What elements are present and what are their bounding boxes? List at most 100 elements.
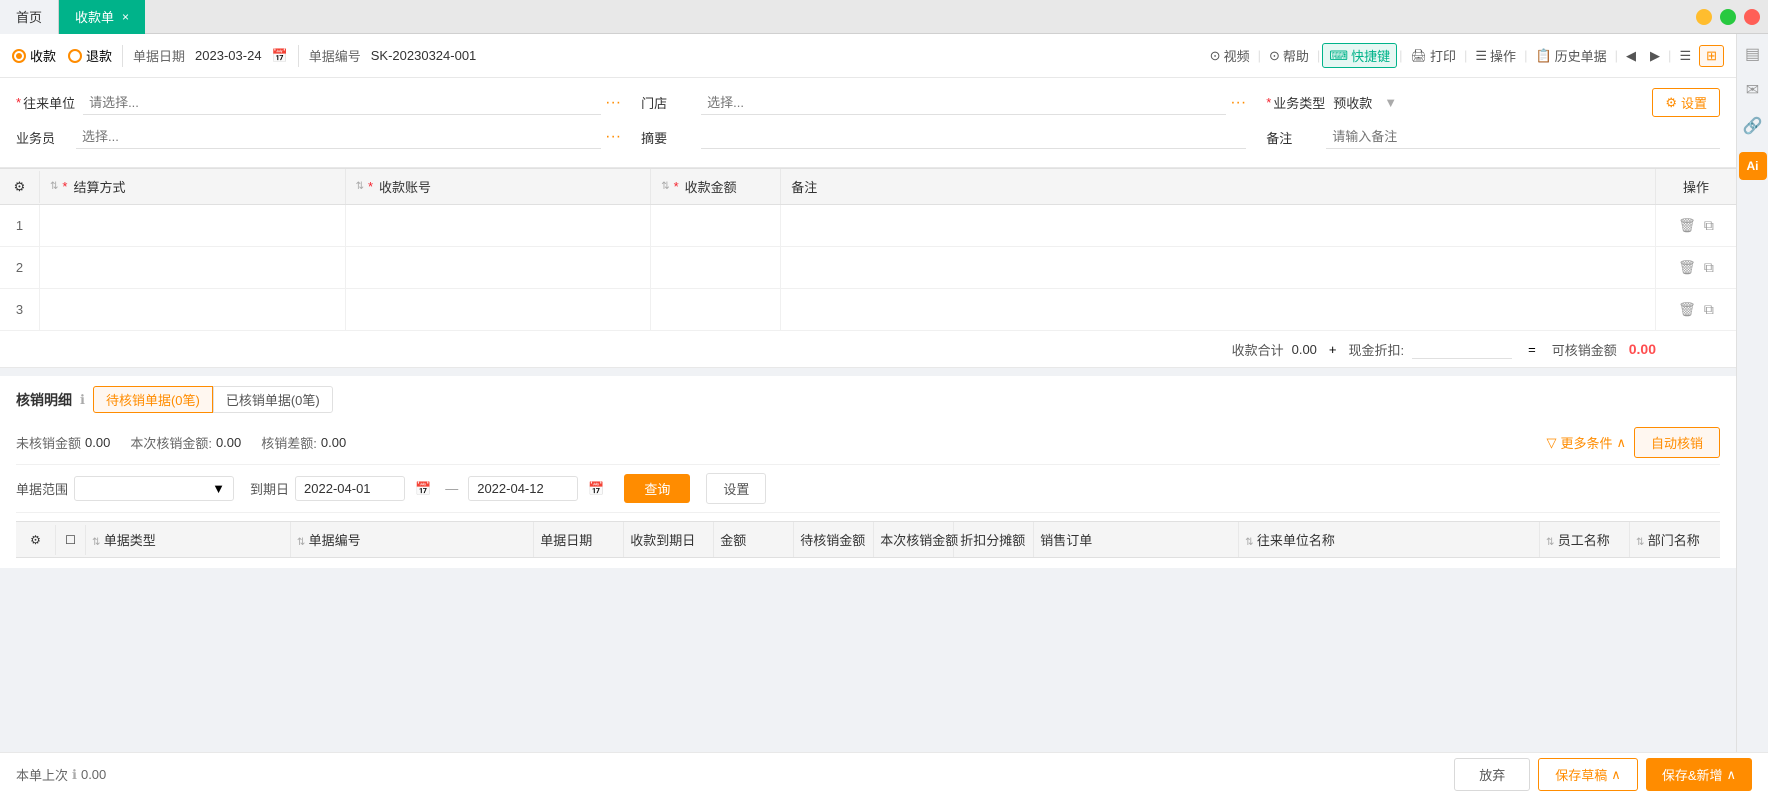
save-new-button[interactable]: 保存&新增 ∧ [1646,758,1752,791]
bth-no: ⇅ 单据编号 [291,522,534,557]
sort-icon-type: ⇅ [92,537,100,548]
row-3-account[interactable] [346,289,652,330]
sort-icon-staff: ⇅ [1546,537,1554,548]
summary-input[interactable] [701,125,1246,149]
due-date-calendar-end-icon[interactable]: 📅 [588,481,604,497]
window-close-button[interactable] [1744,9,1760,25]
shortcut-btn[interactable]: ⌨ 快捷键 [1322,43,1397,68]
counterpart-input[interactable] [83,91,601,115]
row-3-delete-icon[interactable]: 🗑 [1678,301,1696,318]
business-type-required: * [1266,95,1271,110]
th-account-label: 收款账号 [379,177,431,196]
bth-check[interactable]: ☐ [56,525,86,555]
sidebar-ai-icon[interactable]: Ai [1739,152,1767,180]
help-label: 帮助 [1283,46,1309,65]
auto-writeoff-btn[interactable]: 自动核销 [1634,427,1720,458]
row-1-account[interactable] [346,205,652,246]
bill-date-label: 单据日期 [133,46,185,65]
print-label: 打印 [1430,46,1456,65]
business-type-dropdown-icon[interactable]: ▼ [1384,95,1397,110]
row-3-remark[interactable] [781,289,1656,330]
row-2-amount[interactable] [651,247,781,288]
row-2-copy-icon[interactable]: ⧉ [1704,259,1714,276]
save-new-label: 保存&新增 [1662,765,1723,784]
staff-more-btn[interactable]: ··· [605,128,621,146]
discount-input[interactable] [1412,339,1512,359]
print-btn[interactable]: 🖨 打印 [1404,44,1462,67]
info-icon[interactable]: ℹ [80,392,85,408]
shortcut-icon: ⌨ [1329,48,1348,64]
radio-collection[interactable]: 收款 [12,46,56,65]
bth-no-label: 单据编号 [309,533,361,548]
th-settlement-label: 结算方式 [73,177,125,196]
tab-collection[interactable]: 收款单 × [59,0,145,34]
discount-label: 现金折扣: [1349,340,1405,359]
row-2-remark[interactable] [781,247,1656,288]
bill-date-value: 2023-03-24 [195,48,262,63]
query-btn[interactable]: 查询 [624,474,690,503]
table-row: 1 🗑 ⧉ [0,205,1736,247]
grid-view-btn[interactable]: ⊞ [1699,45,1724,67]
row-1-amount[interactable] [651,205,781,246]
list-view-btn[interactable]: ☰ [1673,46,1697,66]
tab-done[interactable]: 已核销单据(0笔) [213,386,333,413]
settings-button[interactable]: ⚙ 设置 [1652,88,1720,117]
tab-home[interactable]: 首页 [0,0,59,34]
summary-row: 收款合计 0.00 + 现金折扣: = 可核销金额 0.00 [0,331,1736,368]
row-2-delete-icon[interactable]: 🗑 [1678,259,1696,276]
row-2-account[interactable] [346,247,652,288]
nav-prev-btn[interactable]: ◀ [1620,46,1642,66]
th-settings[interactable]: ⚙ [0,171,40,203]
th-remark-label: 备注 [791,177,817,196]
row-2-settlement[interactable] [40,247,346,288]
window-minimize-button[interactable] [1696,9,1712,25]
video-btn[interactable]: ⊙ 视频 [1204,44,1256,67]
bth-this-time-label: 本次核销金额 [880,533,958,548]
writeoff-settings-btn[interactable]: 设置 [706,473,766,504]
due-date-calendar-start-icon[interactable]: 📅 [415,481,431,497]
row-1-settlement[interactable] [40,205,346,246]
due-date-start-input[interactable] [295,476,405,501]
row-3-settlement[interactable] [40,289,346,330]
more-conditions-btn[interactable]: ▽ 更多条件 ∧ [1546,433,1626,452]
calendar-icon[interactable]: 📅 [272,48,288,64]
sidebar-attach-icon[interactable]: 🔗 [1743,116,1763,136]
radio-refund[interactable]: 退款 [68,46,112,65]
staff-label: 业务员 [16,128,76,147]
store-more-btn[interactable]: ··· [1230,94,1246,112]
help-btn[interactable]: ⊙ 帮助 [1263,44,1315,67]
bth-gear[interactable]: ⚙ [16,525,56,555]
abandon-button[interactable]: 放弃 [1454,758,1530,791]
bth-recv-date-label: 收款到期日 [630,533,695,548]
remark-input[interactable] [1326,125,1720,149]
staff-input[interactable] [76,125,601,149]
save-draft-button[interactable]: 保存草稿 ∧ [1538,758,1638,791]
sidebar-table-icon[interactable]: ▤ [1745,44,1760,64]
sidebar-email-icon[interactable]: ✉ [1746,80,1759,100]
operation-icon: ☰ [1475,48,1487,64]
row-3-amount[interactable] [651,289,781,330]
radio-collection-label: 收款 [30,46,56,65]
due-date-end-input[interactable] [468,476,578,501]
row-1-copy-icon[interactable]: ⧉ [1704,217,1714,234]
bill-range-select[interactable]: ▼ [74,476,234,501]
shortcut-label: 快捷键 [1351,46,1390,65]
tab-pending[interactable]: 待核销单据(0笔) [93,386,213,413]
row-3-copy-icon[interactable]: ⧉ [1704,301,1714,318]
store-input[interactable] [701,91,1226,115]
row-1-remark[interactable] [781,205,1656,246]
row-2-num: 2 [0,247,40,288]
due-date-field: 到期日 📅 — 📅 [250,476,608,501]
row-1-delete-icon[interactable]: 🗑 [1678,217,1696,234]
nav-next-btn[interactable]: ▶ [1644,46,1666,66]
bottom-table-header: ⚙ ☐ ⇅ 单据类型 ⇅ 单据编号 单据日期 收款到期日 金额 待核销金额 [16,521,1720,558]
window-maximize-button[interactable] [1720,9,1736,25]
history-btn[interactable]: 📋 历史单据 [1529,44,1612,67]
form-row-2: 业务员 ··· 摘要 备注 [16,125,1720,149]
bth-order: 销售订单 [1034,522,1239,557]
counterpart-more-btn[interactable]: ··· [605,94,621,112]
tab-close-icon[interactable]: × [122,10,129,24]
sort-icon-fromunit: ⇅ [1245,537,1253,548]
operation-btn[interactable]: ☰ 操作 [1469,44,1522,67]
writeoff-title-row: 核销明细 ℹ 待核销单据(0笔) 已核销单据(0笔) [16,386,1720,413]
